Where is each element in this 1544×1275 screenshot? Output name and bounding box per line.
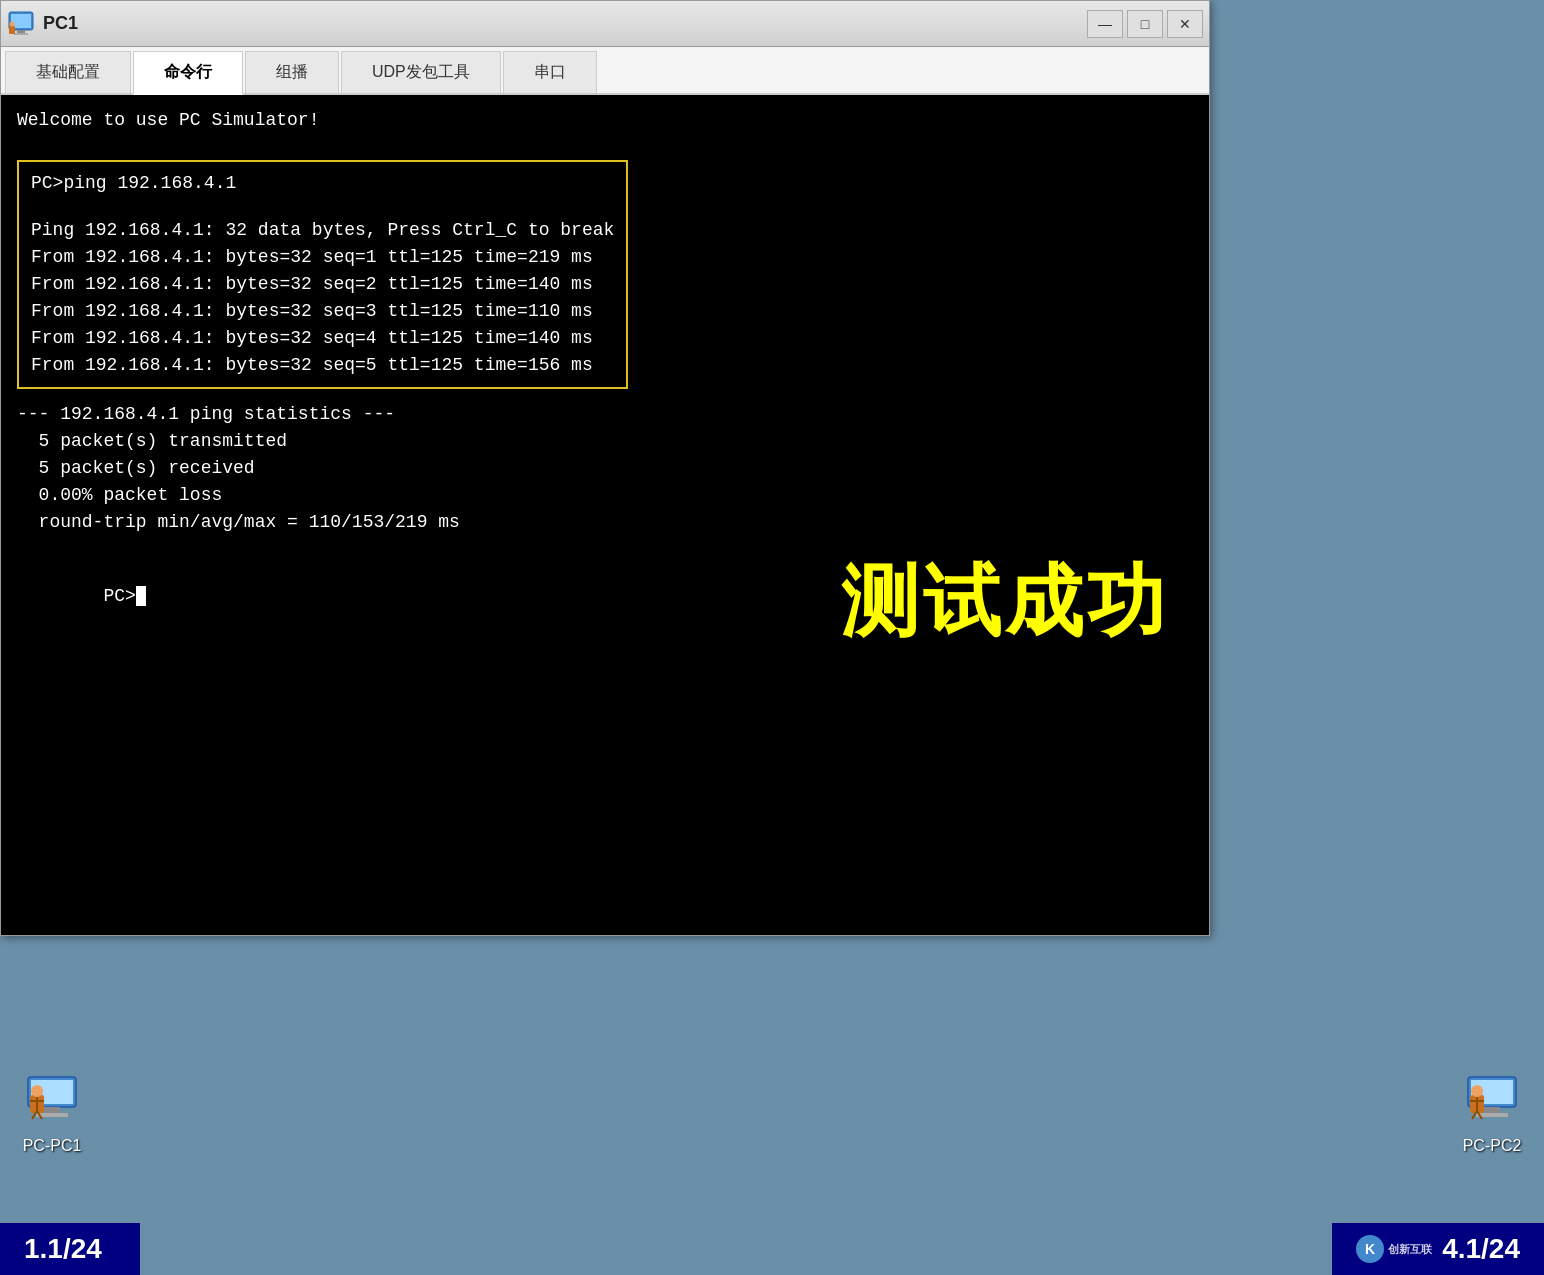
pc2-label: PC-PC2 bbox=[1463, 1137, 1522, 1155]
welcome-message: Welcome to use PC Simulator! bbox=[17, 107, 1193, 134]
stats-rtt: round-trip min/avg/max = 110/153/219 ms bbox=[17, 509, 1193, 536]
desktop-icon-pc2[interactable]: PC-PC2 bbox=[1460, 1067, 1524, 1155]
ping-result-3: From 192.168.4.1: bytes=32 seq=3 ttl=125… bbox=[31, 298, 614, 325]
ping-result-4: From 192.168.4.1: bytes=32 seq=4 ttl=125… bbox=[31, 325, 614, 352]
ping-command: PC>ping 192.168.4.1 bbox=[31, 170, 614, 197]
ping-result-1: From 192.168.4.1: bytes=32 seq=1 ttl=125… bbox=[31, 244, 614, 271]
tab-multicast[interactable]: 组播 bbox=[245, 51, 339, 93]
svg-rect-2 bbox=[17, 30, 25, 33]
pc1-icon bbox=[20, 1067, 84, 1131]
watermark-text: 创新互联 bbox=[1388, 1242, 1432, 1257]
pc1-window: PC1 — □ ✕ 基础配置 命令行 组播 UDP发包工具 串口 Welcome… bbox=[0, 0, 1210, 936]
logo-icon: K bbox=[1356, 1235, 1384, 1263]
tab-basic-config[interactable]: 基础配置 bbox=[5, 51, 131, 93]
svg-rect-8 bbox=[44, 1107, 60, 1113]
tab-udp-tool[interactable]: UDP发包工具 bbox=[341, 51, 501, 93]
stats-received: 5 packet(s) received bbox=[17, 455, 1193, 482]
ping-result-2: From 192.168.4.1: bytes=32 seq=2 ttl=125… bbox=[31, 271, 614, 298]
status-value-right: 4.1/24 bbox=[1442, 1233, 1520, 1265]
close-button[interactable]: ✕ bbox=[1167, 10, 1203, 38]
bottom-status-bars: 1.1/24 K 创新互联 4.1/24 bbox=[0, 1223, 1544, 1275]
desktop-icon-pc1[interactable]: PC-PC1 bbox=[20, 1067, 84, 1155]
cursor bbox=[136, 586, 146, 606]
minimize-button[interactable]: — bbox=[1087, 10, 1123, 38]
svg-rect-3 bbox=[14, 33, 28, 35]
pc2-icon bbox=[1460, 1067, 1524, 1131]
prompt-text: PC> bbox=[103, 586, 135, 606]
command-box: PC>ping 192.168.4.1 Ping 192.168.4.1: 32… bbox=[17, 160, 628, 389]
svg-point-5 bbox=[10, 21, 15, 26]
ping-stats: --- 192.168.4.1 ping statistics --- 5 pa… bbox=[17, 401, 1193, 536]
window-title: PC1 bbox=[43, 13, 78, 34]
tab-bar: 基础配置 命令行 组播 UDP发包工具 串口 bbox=[1, 47, 1209, 95]
stats-header: --- 192.168.4.1 ping statistics --- bbox=[17, 401, 1193, 428]
title-bar-left: PC1 bbox=[7, 10, 78, 38]
svg-rect-1 bbox=[11, 14, 31, 28]
pc1-label: PC-PC1 bbox=[23, 1137, 82, 1155]
svg-point-11 bbox=[31, 1085, 43, 1097]
pc1-window-icon bbox=[7, 10, 35, 38]
stats-transmitted: 5 packet(s) transmitted bbox=[17, 428, 1193, 455]
maximize-button[interactable]: □ bbox=[1127, 10, 1163, 38]
ping-result-5: From 192.168.4.1: bytes=32 seq=5 ttl=125… bbox=[31, 352, 614, 379]
terminal-area[interactable]: Welcome to use PC Simulator! PC>ping 192… bbox=[1, 95, 1209, 935]
svg-rect-4 bbox=[9, 26, 15, 34]
desktop: PC1 — □ ✕ 基础配置 命令行 组播 UDP发包工具 串口 Welcome… bbox=[0, 0, 1544, 1275]
title-bar: PC1 — □ ✕ bbox=[1, 1, 1209, 47]
status-bar-left: 1.1/24 bbox=[0, 1223, 140, 1275]
desktop-icons: PC-PC1 PC-PC2 bbox=[0, 1067, 1544, 1155]
tab-serial[interactable]: 串口 bbox=[503, 51, 597, 93]
ping-header: Ping 192.168.4.1: 32 data bytes, Press C… bbox=[31, 217, 614, 244]
svg-point-21 bbox=[1471, 1085, 1483, 1097]
tab-command-line[interactable]: 命令行 bbox=[133, 51, 243, 95]
stats-loss: 0.00% packet loss bbox=[17, 482, 1193, 509]
success-overlay: 测试成功 bbox=[841, 550, 1169, 655]
svg-rect-18 bbox=[1484, 1107, 1500, 1113]
status-bar-right: K 创新互联 4.1/24 bbox=[1332, 1223, 1544, 1275]
logo-area: K 创新互联 bbox=[1356, 1235, 1432, 1263]
title-controls: — □ ✕ bbox=[1087, 10, 1203, 38]
